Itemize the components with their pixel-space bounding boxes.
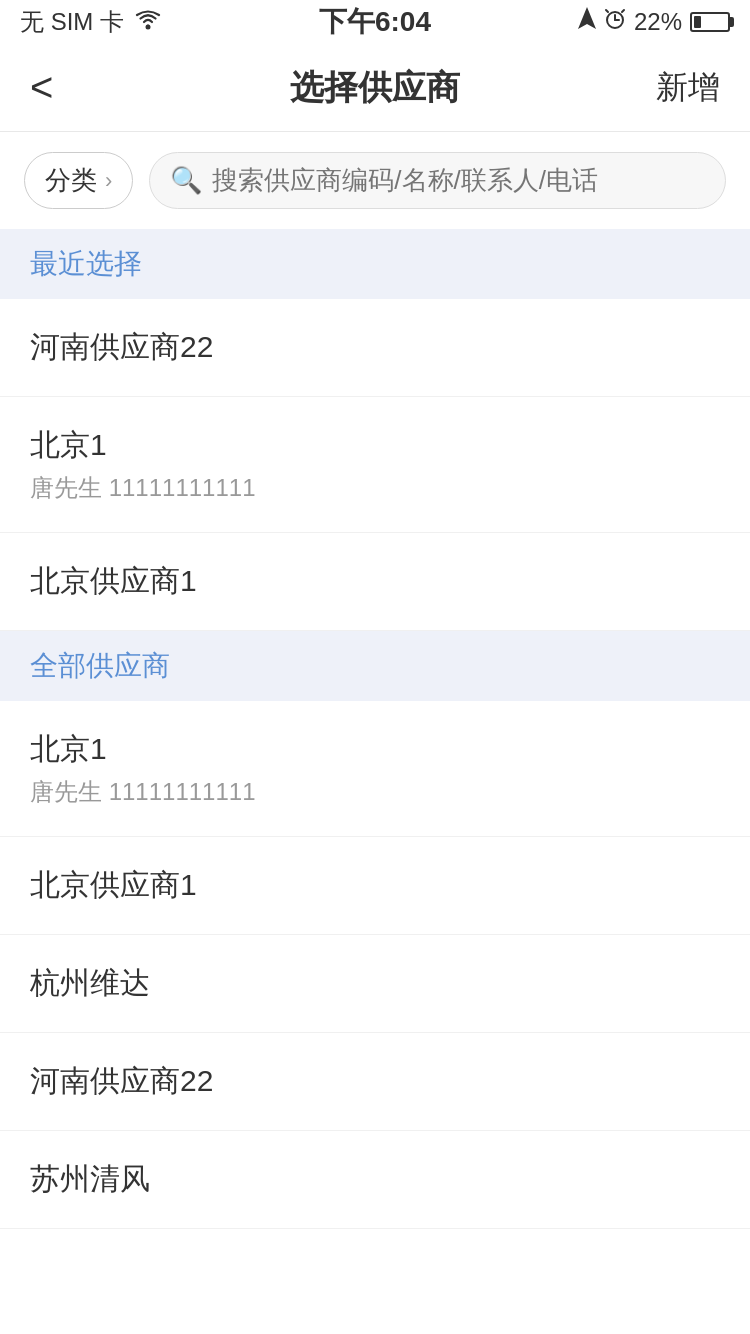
item-name: 北京1: [30, 729, 720, 770]
add-button[interactable]: 新增: [640, 66, 720, 110]
list-item[interactable]: 杭州维达: [0, 935, 750, 1033]
item-name: 河南供应商22: [30, 327, 720, 368]
chevron-right-icon: ›: [105, 168, 112, 194]
search-icon: 🔍: [170, 165, 202, 196]
status-left: 无 SIM 卡: [20, 6, 162, 38]
wifi-icon: [134, 8, 162, 36]
battery-icon: [690, 12, 730, 32]
item-name: 北京供应商1: [30, 561, 720, 602]
search-box[interactable]: 🔍: [149, 152, 726, 209]
carrier-label: 无 SIM 卡: [20, 6, 124, 38]
list-item[interactable]: 北京1 唐先生 11111111111: [0, 397, 750, 533]
item-name: 河南供应商22: [30, 1061, 720, 1102]
page-title: 选择供应商: [110, 65, 640, 111]
status-right: 22%: [578, 7, 730, 37]
item-name: 北京1: [30, 425, 720, 466]
svg-point-0: [146, 25, 151, 30]
svg-marker-1: [578, 7, 596, 29]
category-button[interactable]: 分类 ›: [24, 152, 133, 209]
all-list: 北京1 唐先生 11111111111 北京供应商1 杭州维达河南供应商22 苏州清风: [0, 701, 750, 1229]
svg-line-6: [622, 10, 624, 12]
alarm-icon: [604, 8, 626, 36]
list-item[interactable]: 北京1 唐先生 11111111111: [0, 701, 750, 837]
svg-line-5: [606, 10, 608, 12]
location-icon: [578, 7, 596, 37]
item-name: 苏州清风: [30, 1159, 720, 1200]
search-input[interactable]: [212, 165, 705, 196]
nav-bar: < 选择供应商 新增: [0, 44, 750, 132]
item-sub: 唐先生 11111111111: [30, 776, 720, 808]
all-section-header: 全部供应商: [0, 631, 750, 701]
list-item[interactable]: 苏州清风: [0, 1131, 750, 1229]
status-time: 下午6:04: [319, 3, 431, 41]
item-sub: 唐先生 11111111111: [30, 472, 720, 504]
status-bar: 无 SIM 卡 下午6:04 22: [0, 0, 750, 44]
list-item[interactable]: 北京供应商1: [0, 837, 750, 935]
filter-bar: 分类 › 🔍: [0, 132, 750, 229]
list-item[interactable]: 河南供应商22: [0, 1033, 750, 1131]
category-label: 分类: [45, 163, 97, 198]
recent-section-header: 最近选择: [0, 229, 750, 299]
list-item[interactable]: 河南供应商22: [0, 299, 750, 397]
battery-percentage: 22%: [634, 8, 682, 36]
back-button[interactable]: <: [30, 65, 110, 110]
item-name: 杭州维达: [30, 963, 720, 1004]
recent-list: 河南供应商22 北京1 唐先生 11111111111 北京供应商1: [0, 299, 750, 631]
item-name: 北京供应商1: [30, 865, 720, 906]
list-item[interactable]: 北京供应商1: [0, 533, 750, 631]
